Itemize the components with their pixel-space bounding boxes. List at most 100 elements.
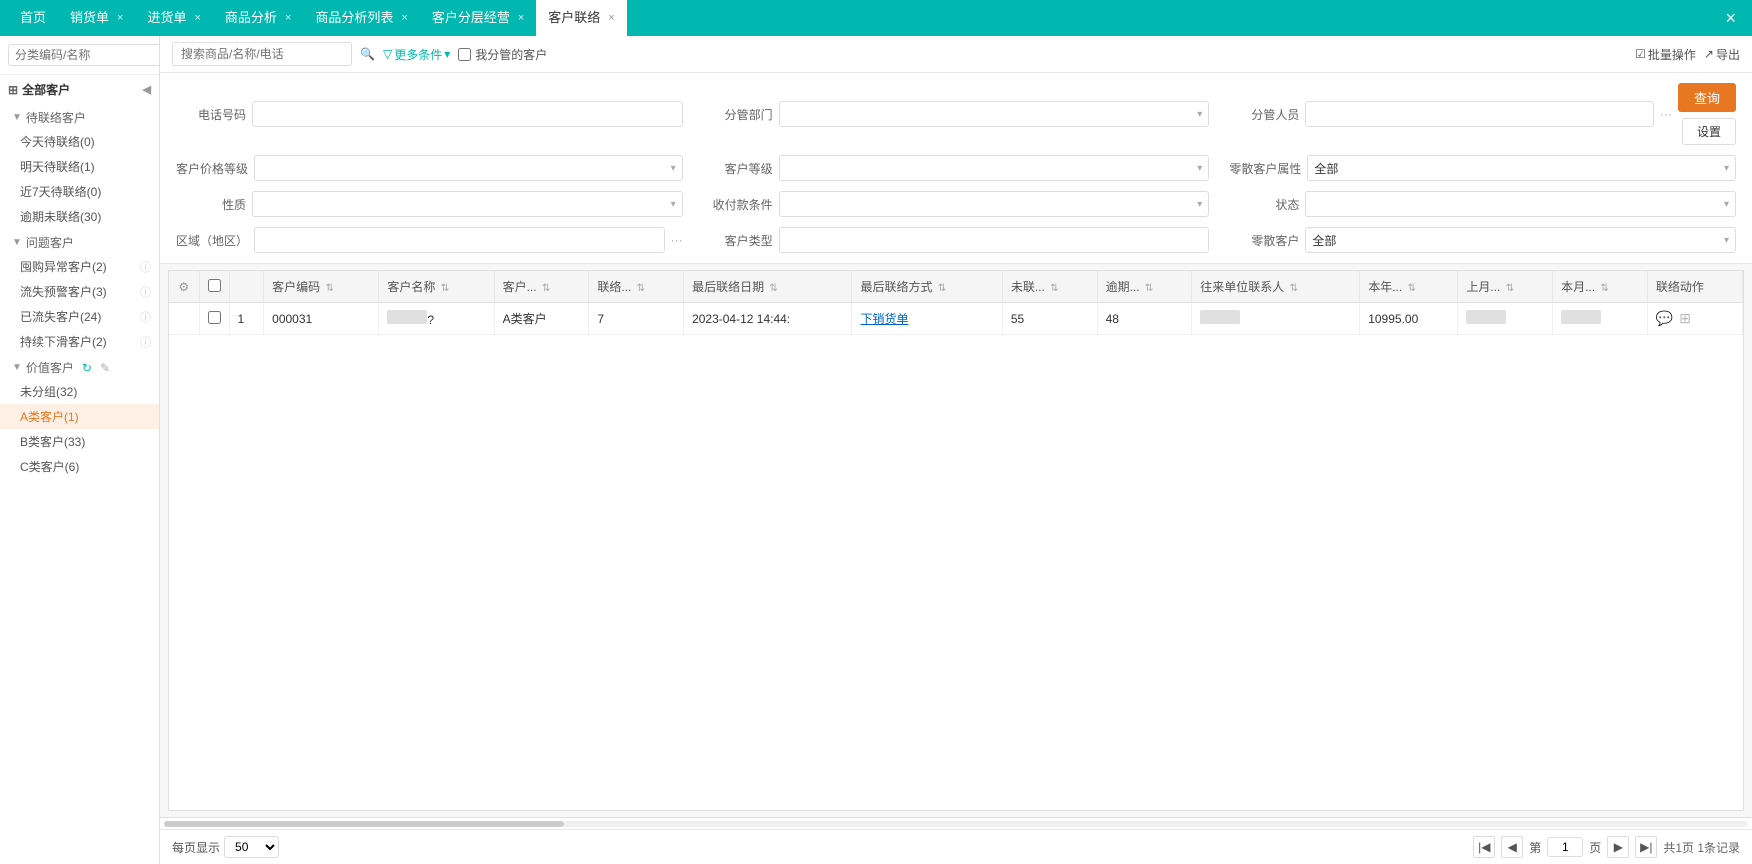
churn-warning[interactable]: 流失预警客户(3) ⓘ (0, 279, 159, 304)
col-last-month[interactable]: 上月... ⇅ (1458, 271, 1553, 303)
filter-dept: 分管部门 ▾ (703, 83, 1210, 145)
nav-customer-contact[interactable]: 客户联络 × (536, 0, 626, 36)
settings-btn[interactable]: 设置 (1682, 118, 1736, 145)
nav-customer-segmentation[interactable]: 客户分层经营 × (420, 0, 536, 36)
nav-home[interactable]: 首页 (8, 0, 58, 36)
col-not-linked[interactable]: 未联... ⇅ (1002, 271, 1097, 303)
main-search-input[interactable] (172, 42, 352, 66)
dept-chevron: ▾ (1197, 109, 1202, 120)
pending-contact-group[interactable]: ▼ 待联络客户 (0, 104, 159, 129)
nav-product-analysis-list[interactable]: 商品分析列表 × (303, 0, 419, 36)
col-contact[interactable]: 联络... ⇅ (589, 271, 684, 303)
col-this-month[interactable]: 本月... ⇅ (1553, 271, 1648, 303)
class-b-customers[interactable]: B类客户(33) (0, 429, 159, 454)
col-this-year[interactable]: 本年... ⇅ (1360, 271, 1458, 303)
payment-chevron: ▾ (1197, 199, 1202, 210)
mine-checkbox[interactable] (458, 48, 471, 61)
problem-customers-group[interactable]: ▼ 问题客户 (0, 229, 159, 254)
app-root: 首页 销货单 × 进货单 × 商品分析 × 商品分析列表 × 客户分层经营 × … (0, 0, 1752, 864)
retail-attr-select[interactable]: 全部 ▾ (1307, 155, 1736, 181)
retail-customer-select[interactable]: 全部 ▾ (1305, 227, 1736, 253)
today-pending[interactable]: 今天待联络(0) (0, 129, 159, 154)
select-all-checkbox[interactable] (208, 279, 221, 292)
close-sales-order[interactable]: × (117, 0, 123, 36)
sidebar: 🔍 ⊞ 全部客户 ◀ ▼ 待联络客户 今天待联络(0) 明天待联络(1) 近7天… (0, 36, 160, 864)
main-search-icon[interactable]: 🔍 (360, 47, 375, 61)
retail-customer-chevron: ▾ (1724, 235, 1729, 246)
more-conditions-btn[interactable]: ▽ 更多条件 ▾ (383, 46, 450, 63)
declining[interactable]: 持续下滑客户(2) ⓘ (0, 329, 159, 354)
first-page-btn[interactable]: |◀ (1473, 836, 1495, 858)
sort-contact: ⇅ (637, 283, 645, 294)
hoarding-anomaly[interactable]: 囤购异常客户(2) ⓘ (0, 254, 159, 279)
close-product-analysis-list[interactable]: × (401, 0, 407, 36)
customer-level-select[interactable]: ▾ (779, 155, 1210, 181)
query-btn[interactable]: 查询 (1678, 83, 1736, 112)
per-page-select[interactable]: 50 100 200 (224, 836, 279, 858)
sort-code: ⇅ (326, 283, 334, 294)
retail-attr-chevron: ▾ (1724, 163, 1729, 174)
category-search-input[interactable] (8, 44, 160, 66)
close-purchase-order[interactable]: × (194, 0, 200, 36)
value-customers-group[interactable]: ▼ 价值客户 ↻ ✎ (0, 354, 159, 379)
col-last-method[interactable]: 最后联络方式 ⇅ (852, 271, 1002, 303)
last-month-blurred (1466, 310, 1506, 324)
export-btn[interactable]: ↗ 导出 (1704, 46, 1740, 63)
sort-this-month: ⇅ (1600, 283, 1608, 294)
nav-product-analysis[interactable]: 商品分析 × (213, 0, 303, 36)
region-dots[interactable]: ··· (671, 233, 683, 247)
scrollbar-thumb[interactable] (164, 821, 564, 827)
row-checkbox[interactable] (208, 311, 221, 324)
col-last-date[interactable]: 最后联络日期 ⇅ (684, 271, 852, 303)
class-c-customers[interactable]: C类客户(6) (0, 454, 159, 479)
col-name[interactable]: 客户名称 ⇅ (379, 271, 494, 303)
close-product-analysis[interactable]: × (285, 0, 291, 36)
region-input[interactable] (254, 227, 665, 253)
row-last-month (1458, 303, 1553, 335)
class-a-customers[interactable]: A类客户(1) (0, 404, 159, 429)
page-label: 第 (1529, 839, 1541, 856)
horizontal-scrollbar[interactable] (160, 817, 1752, 829)
overdue-contact[interactable]: 逾期未联络(30) (0, 204, 159, 229)
row-settings (169, 303, 199, 335)
row-this-year: 10995.00 (1360, 303, 1458, 335)
tomorrow-pending[interactable]: 明天待联络(1) (0, 154, 159, 179)
row-checkbox-cell (199, 303, 229, 335)
unclassified[interactable]: 未分组(32) (0, 379, 159, 404)
chat-action-icon[interactable]: 💬 (1656, 310, 1673, 327)
row-code: 000031 (264, 303, 379, 335)
page-input[interactable] (1547, 837, 1583, 857)
prev-page-btn[interactable]: ◀ (1501, 836, 1523, 858)
refresh-icon[interactable]: ↻ (82, 361, 92, 375)
last-page-btn[interactable]: ▶| (1635, 836, 1657, 858)
scrollbar-track[interactable] (164, 821, 1748, 827)
close-customer-segmentation[interactable]: × (518, 0, 524, 36)
nav-sales-order[interactable]: 销货单 × (58, 0, 135, 36)
grid-action-icon[interactable]: ⊞ (1679, 310, 1691, 327)
edit-icon[interactable]: ✎ (100, 361, 110, 375)
churned[interactable]: 已流失客户(24) ⓘ (0, 304, 159, 329)
last-method-link[interactable]: 下销货单 (860, 312, 908, 326)
dept-select[interactable]: ▾ (779, 101, 1210, 127)
price-level-select[interactable]: ▾ (254, 155, 683, 181)
phone-input[interactable] (252, 101, 683, 127)
col-overdue[interactable]: 逾期... ⇅ (1097, 271, 1192, 303)
next-page-btn[interactable]: ▶ (1607, 836, 1629, 858)
col-settings[interactable]: ⚙ (169, 271, 199, 303)
nav-purchase-order[interactable]: 进货单 × (135, 0, 212, 36)
col-code[interactable]: 客户编码 ⇅ (264, 271, 379, 303)
col-unit-contact[interactable]: 往来单位联系人 ⇅ (1192, 271, 1360, 303)
week-pending[interactable]: 近7天待联络(0) (0, 179, 159, 204)
close-customer-contact[interactable]: × (608, 0, 614, 36)
close-all-tabs[interactable]: × (1717, 8, 1744, 29)
sort-overdue: ⇅ (1145, 283, 1153, 294)
nature-select[interactable]: ▾ (252, 191, 683, 217)
manager-dots[interactable]: ··· (1660, 107, 1672, 121)
all-customers-header[interactable]: ⊞ 全部客户 ◀ (0, 75, 159, 104)
customer-type-input[interactable] (779, 227, 1210, 253)
payment-select[interactable]: ▾ (779, 191, 1210, 217)
status-select[interactable]: ▾ (1305, 191, 1736, 217)
manager-input[interactable] (1305, 101, 1654, 127)
col-type[interactable]: 客户... ⇅ (494, 271, 589, 303)
batch-ops-btn[interactable]: ☑ 批量操作 (1635, 46, 1696, 63)
